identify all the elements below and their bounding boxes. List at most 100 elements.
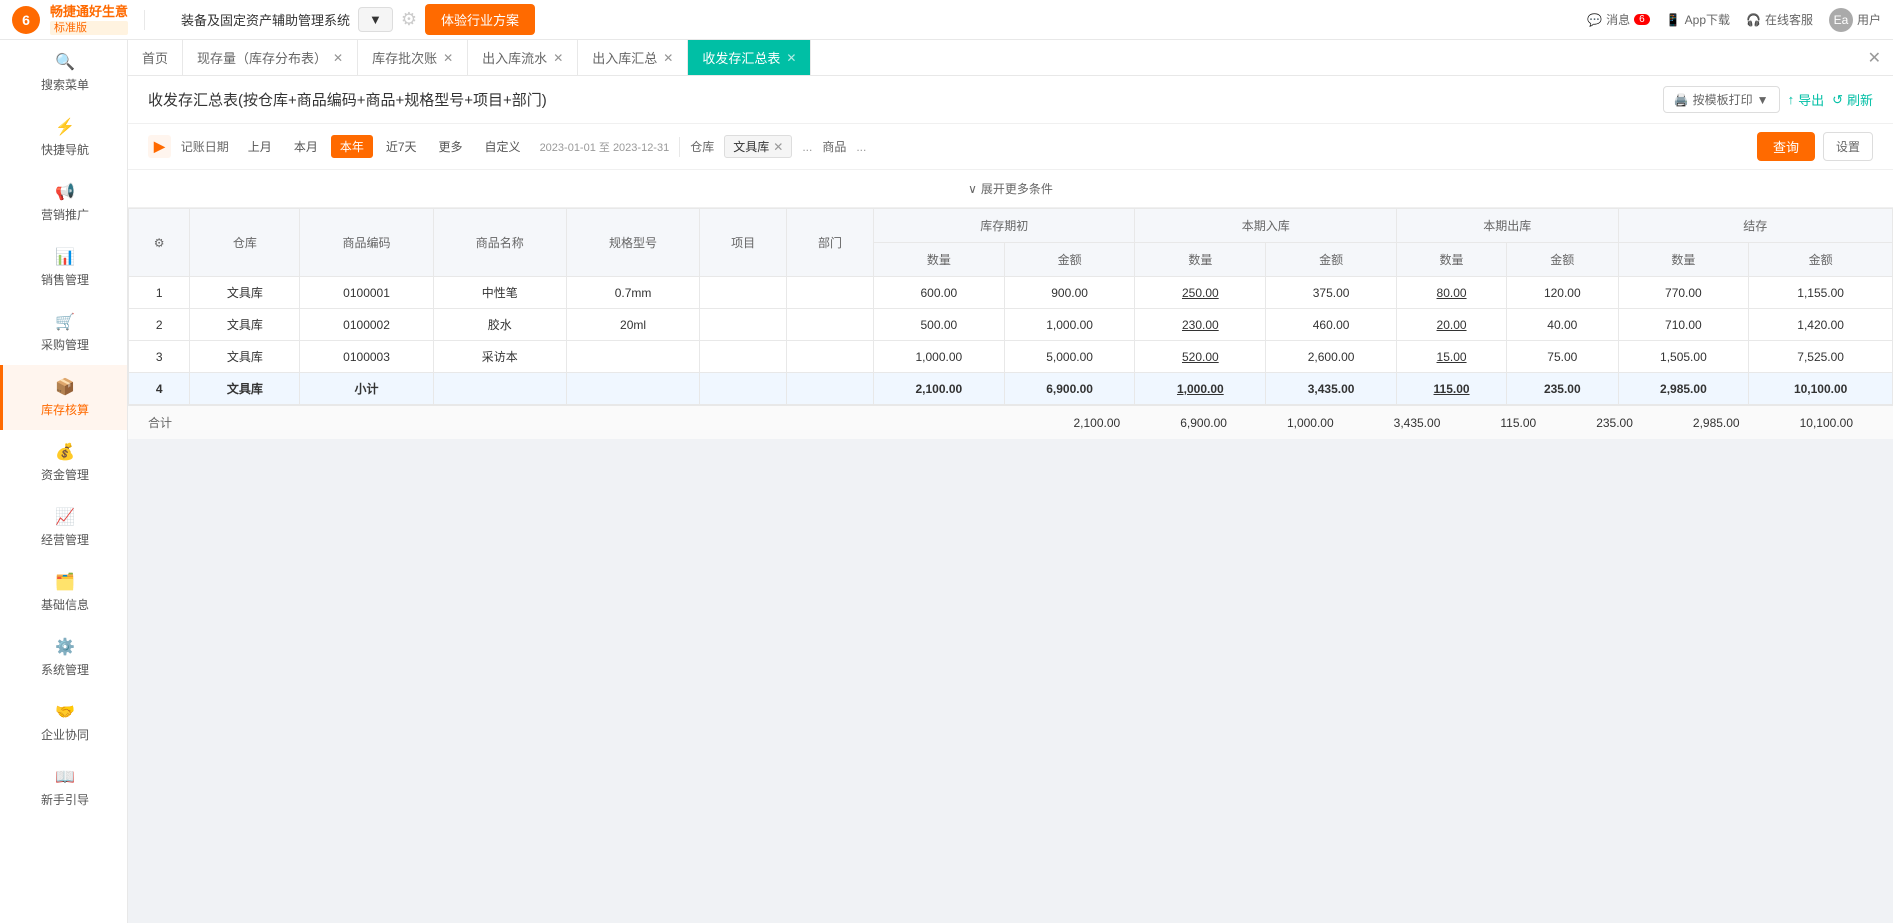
th-goods-code: 商品编码 [300, 209, 433, 277]
sidebar-item-search[interactable]: 🔍 搜索菜单 [0, 40, 127, 105]
sidebar-item-operations[interactable]: 📈 经营管理 [0, 495, 127, 560]
tab-inout-summary[interactable]: 出入库汇总 ✕ [578, 40, 688, 76]
sidebar-item-marketing[interactable]: 📢 营销推广 [0, 170, 127, 235]
print-btn[interactable]: 🖨️ 按模板打印 ▼ [1663, 86, 1780, 113]
filter-toggle-btn[interactable]: ▶ [148, 135, 171, 158]
row2-out-qty[interactable]: 20.00 [1396, 309, 1506, 341]
total-closing-amt: 10,100.00 [1800, 416, 1853, 430]
subtotal-in-qty[interactable]: 1,000.00 [1135, 373, 1266, 405]
set-button[interactable]: 设置 [1823, 132, 1873, 161]
tab-recv-send[interactable]: 收发存汇总表 ✕ [688, 40, 811, 76]
date-btn-cur[interactable]: 本月 [285, 135, 327, 158]
message-item[interactable]: 💬 消息 6 [1587, 11, 1650, 28]
export-btn[interactable]: ↑ 导出 [1788, 90, 1825, 109]
table-container: ⚙ 仓库 商品编码 商品名称 规格型号 项目 部门 库存期初 本期入库 本期出库 [128, 208, 1893, 405]
tab-recv-send-close[interactable]: ✕ [786, 51, 796, 65]
tab-batch[interactable]: 库存批次账 ✕ [358, 40, 468, 76]
th-opening-amt: 金额 [1004, 243, 1135, 277]
query-button[interactable]: 查询 [1757, 132, 1815, 161]
tab-recv-send-label: 收发存汇总表 [702, 48, 780, 67]
system-title: 装备及固定资产辅助管理系统 [181, 10, 350, 29]
row2-closing-qty: 710.00 [1618, 309, 1749, 341]
sidebar-item-inventory[interactable]: 📦 库存核算 [0, 365, 127, 430]
row3-project [700, 341, 787, 373]
system-icon: ⚙️ [55, 637, 75, 657]
tab-stock-dist-close[interactable]: ✕ [333, 51, 343, 65]
sidebar-label-quicknav: 快捷导航 [41, 141, 89, 158]
row3-name: 采访本 [433, 341, 566, 373]
tab-home-label: 首页 [142, 48, 168, 67]
date-range-display: 2023-01-01 至 2023-12-31 [540, 139, 670, 155]
row2-warehouse: 文具库 [190, 309, 300, 341]
sidebar-item-enterprise[interactable]: 🤝 企业协同 [0, 690, 127, 755]
row1-out-qty[interactable]: 80.00 [1396, 277, 1506, 309]
tab-bar-close[interactable]: ✕ [1856, 48, 1893, 68]
sidebar-item-quicknav[interactable]: ⚡ 快捷导航 [0, 105, 127, 170]
sidebar-item-guide[interactable]: 📖 新手引导 [0, 755, 127, 820]
tab-inout-flow[interactable]: 出入库流水 ✕ [468, 40, 578, 76]
th-closing: 结存 [1618, 209, 1892, 243]
app-download-item[interactable]: 📱 App下载 [1666, 11, 1730, 28]
th-period-out: 本期出库 [1396, 209, 1618, 243]
th-out-amt: 金额 [1507, 243, 1618, 277]
row2-opening-qty: 500.00 [873, 309, 1004, 341]
th-opening-qty: 数量 [873, 243, 1004, 277]
page-header-row: 收发存汇总表(按仓库+商品编码+商品+规格型号+项目+部门) 🖨️ 按模板打印 … [128, 76, 1893, 124]
online-service-item[interactable]: 🎧 在线客服 [1746, 11, 1813, 28]
th-warehouse: 仓库 [190, 209, 300, 277]
subtotal-out-qty[interactable]: 115.00 [1396, 373, 1506, 405]
sidebar-item-system[interactable]: ⚙️ 系统管理 [0, 625, 127, 690]
tab-stock-dist[interactable]: 现存量（库存分布表） ✕ [183, 40, 358, 76]
row1-in-qty[interactable]: 250.00 [1135, 277, 1266, 309]
total-label: 合计 [148, 414, 172, 431]
experience-btn[interactable]: 体验行业方案 [425, 4, 535, 35]
row2-code: 0100002 [300, 309, 433, 341]
warehouse-tag-close[interactable]: ✕ [773, 140, 783, 154]
app-badge: 标准版 [50, 21, 128, 35]
row1-out-amt: 120.00 [1507, 277, 1618, 309]
system-dropdown[interactable]: ▼ [358, 7, 393, 32]
sidebar-item-sales[interactable]: 📊 销售管理 [0, 235, 127, 300]
expand-chevron: ∨ [968, 182, 977, 196]
tab-home[interactable]: 首页 [128, 40, 183, 76]
sidebar-label-guide: 新手引导 [41, 791, 89, 808]
sales-icon: 📊 [55, 247, 75, 267]
expand-more-btn[interactable]: ∨ 展开更多条件 [968, 180, 1053, 197]
inventory-icon: 📦 [55, 377, 75, 397]
row2-no: 2 [129, 309, 190, 341]
warehouse-more[interactable]: ... [802, 140, 812, 154]
goods-filter-label: 商品 [822, 138, 846, 155]
settings-icon[interactable]: ⚙ [401, 9, 417, 30]
sidebar-item-finance[interactable]: 💰 资金管理 [0, 430, 127, 495]
user-item[interactable]: Ea 用户 [1829, 8, 1881, 32]
row1-name: 中性笔 [433, 277, 566, 309]
table-row: 2 文具库 0100002 胶水 20ml 500.00 1,000.00 23… [129, 309, 1893, 341]
row3-in-qty[interactable]: 520.00 [1135, 341, 1266, 373]
row1-no: 1 [129, 277, 190, 309]
row2-in-qty[interactable]: 230.00 [1135, 309, 1266, 341]
date-btn-7days[interactable]: 近7天 [377, 135, 426, 158]
row2-spec: 20ml [566, 309, 699, 341]
refresh-btn[interactable]: ↺ 刷新 [1832, 90, 1873, 109]
th-settings[interactable]: ⚙ [129, 209, 190, 277]
sidebar-item-purchase[interactable]: 🛒 采购管理 [0, 300, 127, 365]
message-label: 消息 [1606, 11, 1630, 28]
tab-inout-summary-close[interactable]: ✕ [663, 51, 673, 65]
total-opening-amt: 6,900.00 [1180, 416, 1227, 430]
warehouse-tag-text: 文具库 [733, 138, 769, 155]
total-closing-qty: 2,985.00 [1693, 416, 1740, 430]
dropdown-chevron: ▼ [369, 12, 382, 27]
sidebar-item-basic[interactable]: 🗂️ 基础信息 [0, 560, 127, 625]
sidebar-label-search: 搜索菜单 [41, 76, 89, 93]
date-btn-more[interactable]: 更多 [430, 135, 472, 158]
row3-closing-qty: 1,505.00 [1618, 341, 1749, 373]
row2-project [700, 309, 787, 341]
date-btn-custom[interactable]: 自定义 [476, 135, 530, 158]
date-btn-prev[interactable]: 上月 [239, 135, 281, 158]
tab-inout-flow-close[interactable]: ✕ [553, 51, 563, 65]
goods-more[interactable]: ... [856, 140, 866, 154]
row3-out-qty[interactable]: 15.00 [1396, 341, 1506, 373]
tab-batch-close[interactable]: ✕ [443, 51, 453, 65]
date-btn-year[interactable]: 本年 [331, 135, 373, 158]
avatar: Ea [1829, 8, 1853, 32]
